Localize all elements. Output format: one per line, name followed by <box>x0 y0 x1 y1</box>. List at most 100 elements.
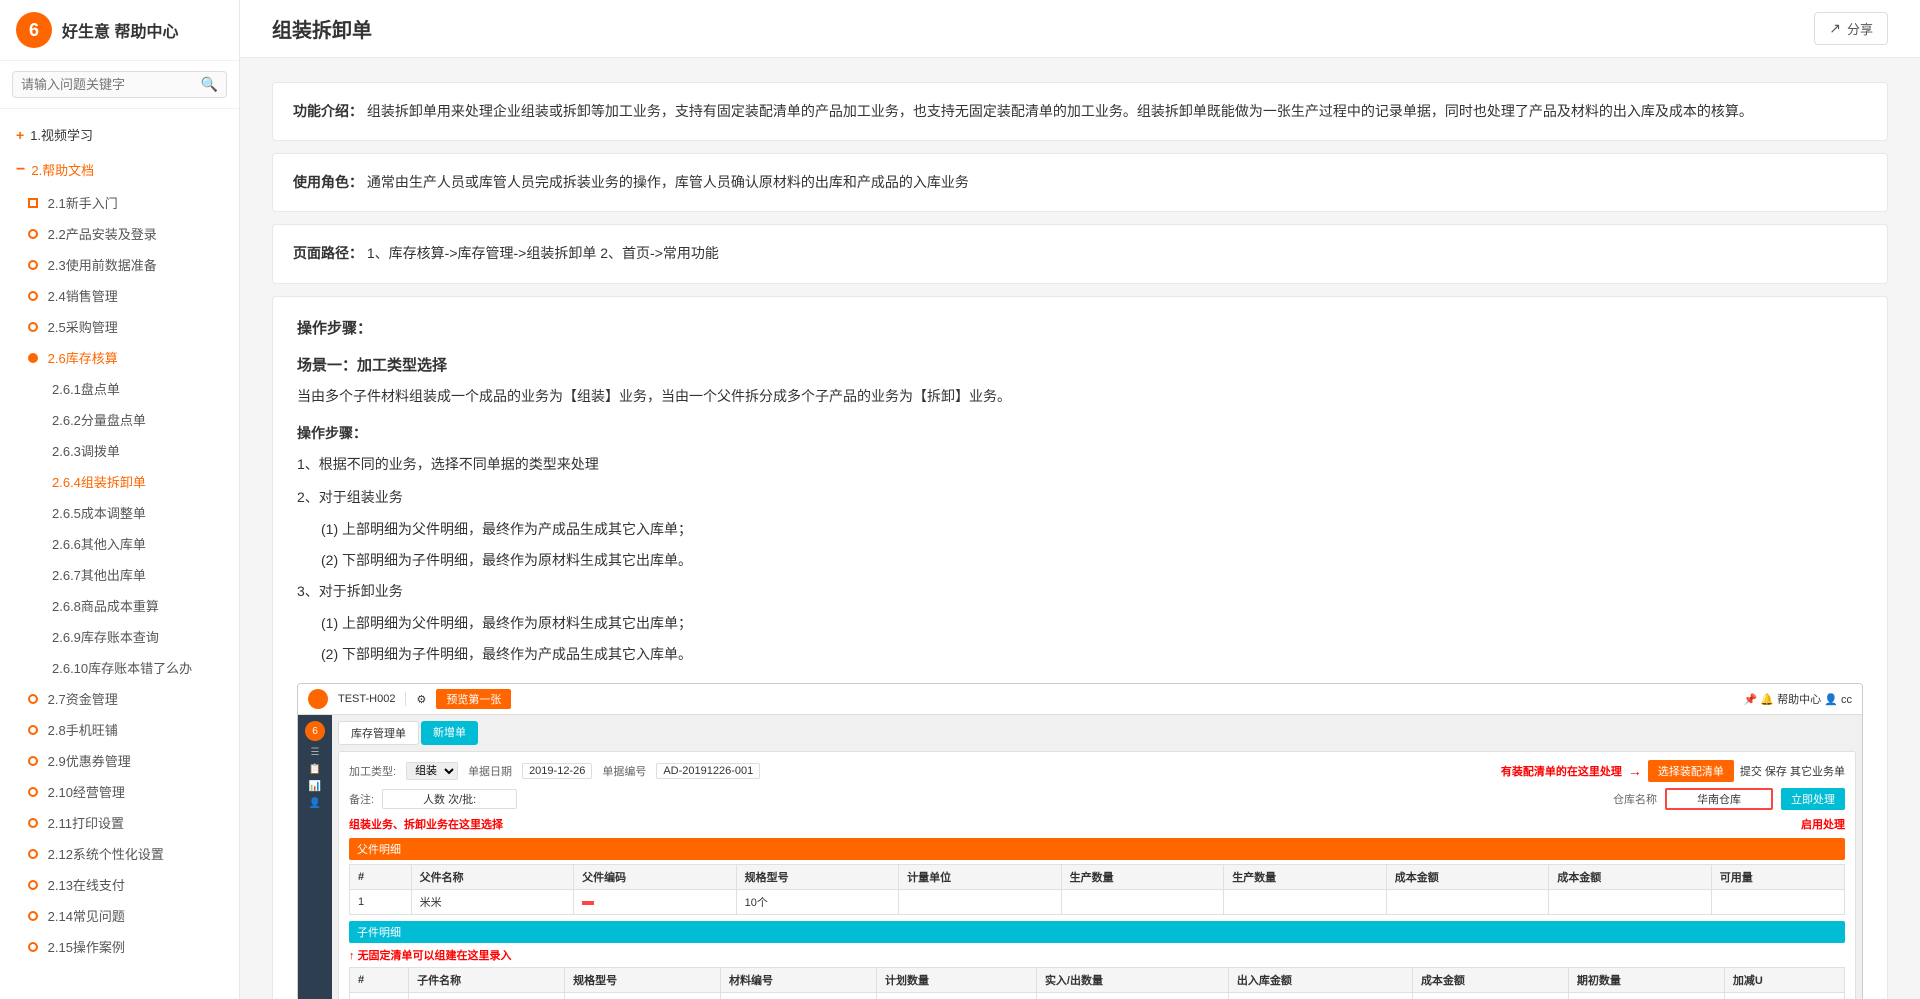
ops-steps-title: 操作步骤： <box>297 423 1863 443</box>
share-button[interactable]: ↗ 分享 <box>1814 12 1888 45</box>
mock-child-table: # 子件名称 规格型号 材料编号 计划数量 实入/出数量 出入库金额 成本金额 <box>349 967 1845 999</box>
mock-cth-amount2: 成本金额 <box>1412 968 1568 993</box>
mock-th-code: 父件编码 <box>574 865 737 890</box>
mock-label-date: 单据日期 <box>468 763 512 779</box>
sidebar-item-2.11[interactable]: 2.11打印设置 <box>28 807 239 838</box>
mock-icons: 📌 🔔 帮助中心 👤 cc <box>1744 691 1852 707</box>
mock-nav-icon3: 📊 <box>309 781 321 792</box>
mock-btn-select[interactable]: 选择装配清单 <box>1648 760 1734 782</box>
collapse-icon: − <box>16 161 25 179</box>
sidebar-item-2.8[interactable]: 2.8手机旺铺 <box>28 714 239 745</box>
mock-cth-seq: # <box>350 968 409 993</box>
step-3-sub: (1) 上部明细为父件明细，最终作为原材料生成其它出库单； (2) 下部明细为子… <box>297 610 1863 667</box>
mock-nav-icon2: 📋 <box>309 764 321 775</box>
sidebar-item-2.14[interactable]: 2.14常见问题 <box>28 900 239 931</box>
sidebar-item-2.2[interactable]: 2.2产品安装及登录 <box>28 218 239 249</box>
mock-cth-actual: 实入/出数量 <box>1036 968 1228 993</box>
mock-td-seq: 1 <box>350 890 412 915</box>
mock-td-code <box>574 890 737 915</box>
mock-th-name: 父件名称 <box>411 865 574 890</box>
mock-cth-amount1: 出入库金额 <box>1228 968 1412 993</box>
mock-child-section: 子件明细 <box>349 921 1845 943</box>
mock-td-prod2 <box>1224 890 1387 915</box>
mock-cth-matno: 材料编号 <box>721 968 877 993</box>
sidebar-item-2.15[interactable]: 2.15操作案例 <box>28 931 239 962</box>
nav-group-docs: − 2.帮助文档 2.1新手入门 2.2产品安装及登录 2.3使用前数据准备 <box>0 152 239 962</box>
sidebar-item-2.3[interactable]: 2.3使用前数据准备 <box>28 249 239 280</box>
mock-action-btns: 提交 保存 其它业务单 <box>1740 763 1845 779</box>
2.6-sub: 2.6.1盘点单 2.6.2分量盘点单 2.6.3调拨单 2.6.4组装拆卸单 … <box>28 373 239 683</box>
sidebar-item-2.6.1[interactable]: 2.6.1盘点单 <box>52 373 239 404</box>
search-input[interactable] <box>21 77 201 92</box>
use-role-card: 使用角色： 通常由生产人员或库管人员完成拆装业务的操作，库管人员确认原材料的出库… <box>272 153 1888 212</box>
step-2-sub: (1) 上部明细为父件明细，最终作为产成品生成其它入库单； (2) 下部明细为子… <box>297 516 1863 573</box>
sidebar-item-2.6[interactable]: 2.6库存核算 <box>28 342 239 373</box>
sidebar-search-area: 🔍 <box>0 61 239 109</box>
step-2-2: (2) 下部明细为子件明细，最终作为原材料生成其它出库单。 <box>321 547 1863 574</box>
mock-child-tbody: 1 期初1 物料小1 9/包 1 = 0.00 0.00 0.00 <box>350 993 1845 999</box>
mock-topbar-icon: ⚙ <box>416 693 426 706</box>
sidebar-item-2.6.7[interactable]: 2.6.7其他出库单 <box>52 559 239 590</box>
mock-label-type: 加工类型: <box>349 763 396 779</box>
step-2: 2、对于组装业务 <box>297 484 1863 511</box>
share-label: 分享 <box>1847 19 1873 38</box>
mock-parent-tbody: 1 米米 10个 <box>350 890 1845 915</box>
sidebar-item-video[interactable]: + 1.视频学习 <box>0 117 239 152</box>
sidebar-item-2.10[interactable]: 2.10经营管理 <box>28 776 239 807</box>
step-2-1: (1) 上部明细为父件明细，最终作为产成品生成其它入库单； <box>321 516 1863 543</box>
mock-td-prod1 <box>1061 890 1224 915</box>
mock-select-type[interactable]: 组装 拆卸 <box>406 762 458 780</box>
mock-td-spec: 10个 <box>736 890 899 915</box>
sidebar-item-2.6.6[interactable]: 2.6.6其他入库单 <box>52 528 239 559</box>
step-1: 1、根据不同的业务，选择不同单据的类型来处理 <box>297 451 1863 478</box>
mock-tab-new[interactable]: 新增单 <box>421 721 478 745</box>
mock-th-cost1: 成本金额 <box>1386 865 1549 890</box>
mock-btn-save[interactable]: 立即处理 <box>1781 788 1845 810</box>
mock-nav-icon1: ☰ <box>311 747 320 758</box>
sidebar-item-2.6.2[interactable]: 2.6.2分量盘点单 <box>52 404 239 435</box>
search-box[interactable]: 🔍 <box>12 71 227 98</box>
mock-th-unit: 计量单位 <box>899 865 1062 890</box>
sidebar-item-2.1[interactable]: 2.1新手入门 <box>28 187 239 218</box>
mock-no-value: AD-20191226-001 <box>656 763 760 779</box>
step-3-1: (1) 上部明细为父件明细，最终作为原材料生成其它出库单； <box>321 610 1863 637</box>
app-logo: 6 <box>16 12 52 48</box>
sidebar-item-2.4[interactable]: 2.4销售管理 <box>28 280 239 311</box>
main-content: 功能介绍： 组装拆卸单用来处理企业组装或拆卸等加工业务，支持有固定装配清单的产品… <box>240 58 1920 999</box>
mock-warehouse-input: 华南仓库 <box>1665 788 1773 810</box>
nav-group-video: + 1.视频学习 <box>0 117 239 152</box>
mock-td-cost1 <box>1386 890 1549 915</box>
mock-th-prod2: 生产数量 <box>1224 865 1387 890</box>
mock-label-warehouse: 仓库名称 <box>1613 791 1657 807</box>
mock-child-header-row: # 子件名称 规格型号 材料编号 计划数量 实入/出数量 出入库金额 成本金额 <box>350 968 1845 993</box>
sidebar-item-docs[interactable]: − 2.帮助文档 <box>0 152 239 187</box>
sidebar-item-2.7[interactable]: 2.7资金管理 <box>28 683 239 714</box>
sidebar-item-2.6.4[interactable]: 2.6.4组装拆卸单 <box>52 466 239 497</box>
sidebar-item-2.9[interactable]: 2.9优惠券管理 <box>28 745 239 776</box>
mock-th-seq: # <box>350 865 412 890</box>
divider <box>405 692 406 706</box>
sidebar-item-2.13[interactable]: 2.13在线支付 <box>28 869 239 900</box>
sidebar-item-2.12[interactable]: 2.12系统个性化设置 <box>28 838 239 869</box>
mock-td-name: 米米 <box>411 890 574 915</box>
scenario1-desc: 当由多个子件材料组装成一个成品的业务为【组装】业务，当由一个父件拆分成多个子产品… <box>297 383 1863 410</box>
sidebar-item-2.6.5[interactable]: 2.6.5成本调整单 <box>52 497 239 528</box>
share-icon: ↗ <box>1829 20 1841 37</box>
sidebar-item-2.6.10[interactable]: 2.6.10库存账本错了么办 <box>52 652 239 683</box>
mock-app-area: 6 ☰ 📋 📊 👤 库存管理单 新增单 <box>298 715 1862 999</box>
mock-tab-list[interactable]: 库存管理单 <box>338 721 419 745</box>
sidebar-item-2.6.8[interactable]: 2.6.8商品成本重算 <box>52 590 239 621</box>
sidebar-item-2.6.9[interactable]: 2.6.9库存账本查询 <box>52 621 239 652</box>
mock-label-remark: 备注: <box>349 791 374 807</box>
mock-cth-op: 加减U <box>1724 968 1844 993</box>
sidebar-header: 6 好生意 帮助中心 <box>0 0 239 61</box>
app-brand: 好生意 帮助中心 <box>62 18 178 42</box>
search-icon: 🔍 <box>201 76 218 93</box>
sidebar-item-2.5[interactable]: 2.5采购管理 <box>28 311 239 342</box>
ops-title: 操作步骤： <box>297 317 1863 338</box>
step-3-2: (2) 下部明细为子件明细，最终作为产成品生成其它入库单。 <box>321 641 1863 668</box>
sidebar-item-2.6.3[interactable]: 2.6.3调拨单 <box>52 435 239 466</box>
mock-cth-spec: 规格型号 <box>565 968 721 993</box>
mock-left-nav: 6 ☰ 📋 📊 👤 <box>298 715 332 999</box>
mock-tabs: 库存管理单 新增单 <box>338 721 1856 745</box>
